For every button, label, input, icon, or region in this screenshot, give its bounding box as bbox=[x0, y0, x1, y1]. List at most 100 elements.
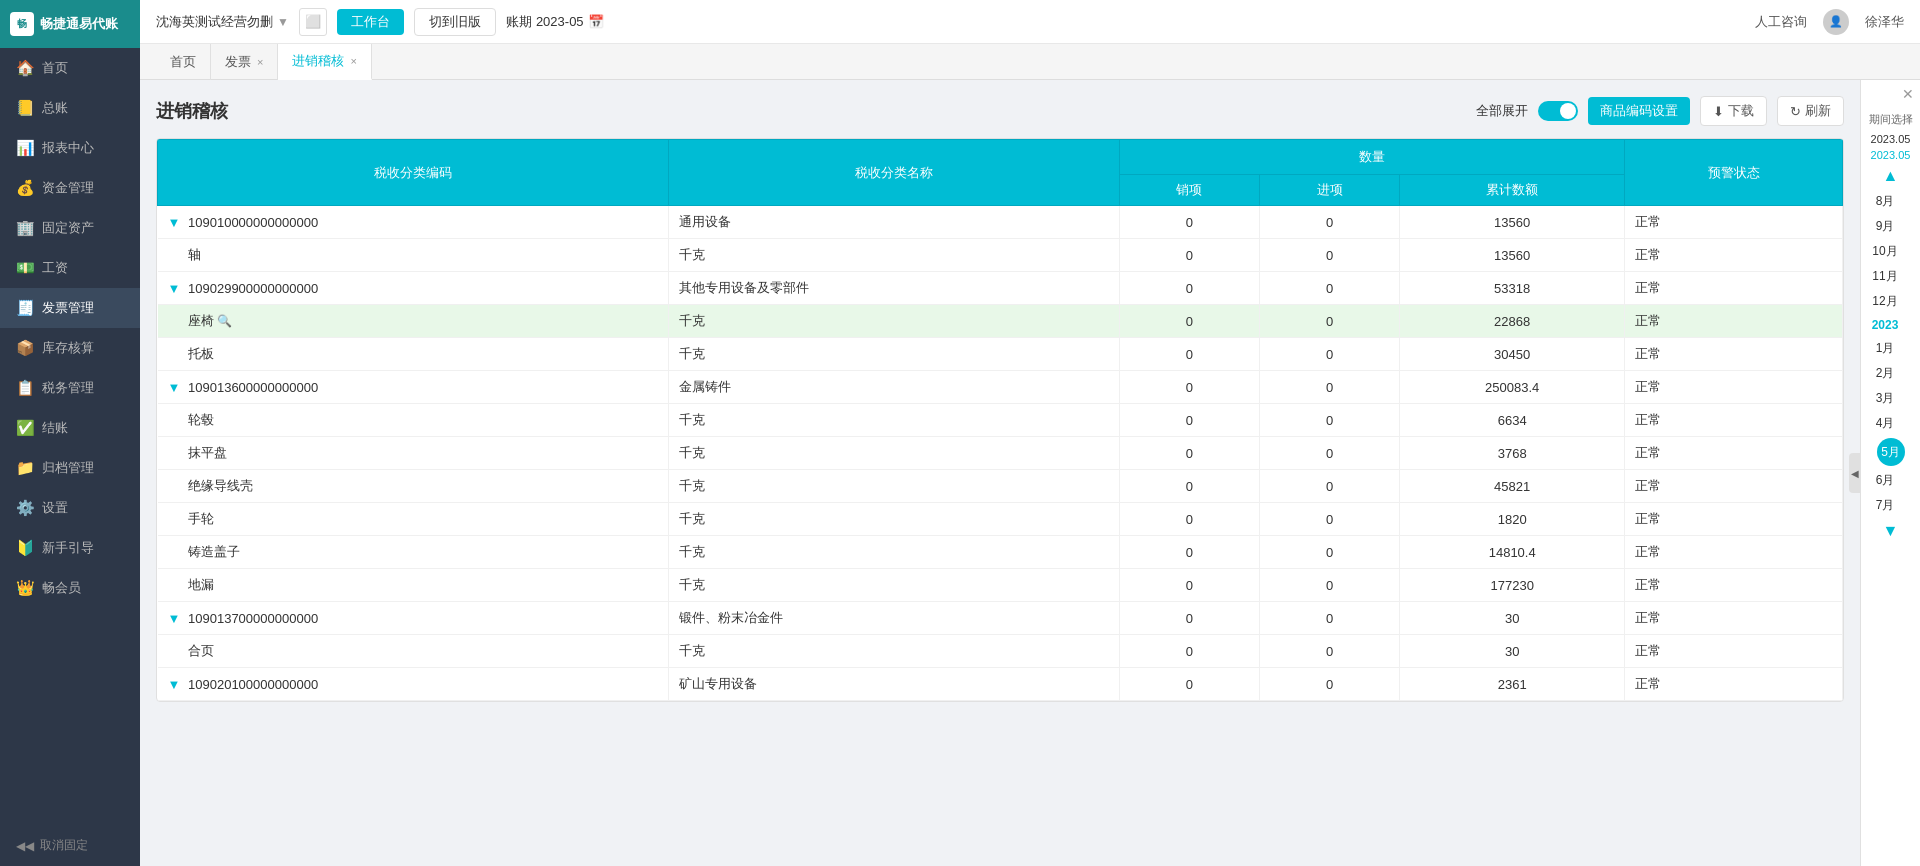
period-month-1[interactable]: 1月 bbox=[1861, 336, 1909, 361]
download-button[interactable]: ⬇ 下载 bbox=[1700, 96, 1767, 126]
expand-icon[interactable]: ▼ bbox=[168, 611, 181, 626]
period-month-10[interactable]: 10月 bbox=[1861, 239, 1909, 264]
group-sales: 0 bbox=[1119, 206, 1259, 239]
assets-icon: 🏢 bbox=[16, 219, 34, 237]
app-logo: 畅 畅捷通易代账 bbox=[0, 0, 140, 48]
table-row: ▼ 109020100000000000 bbox=[158, 668, 669, 701]
col-purchase-header: 进项 bbox=[1260, 175, 1400, 206]
sidebar-label-archive: 归档管理 bbox=[42, 459, 94, 477]
table-row: ▼ 109010000000000000 bbox=[158, 206, 669, 239]
expand-icon[interactable]: ▼ bbox=[168, 215, 181, 230]
period-down-button[interactable]: ▼ bbox=[1861, 518, 1920, 544]
tab-invoice-label: 发票 bbox=[225, 53, 251, 71]
period-year-label: 2023 bbox=[1861, 314, 1909, 336]
user-avatar: 👤 bbox=[1823, 9, 1849, 35]
sidebar-label-finance: 资金管理 bbox=[42, 179, 94, 197]
sidebar-item-home[interactable]: 🏠 首页 bbox=[0, 48, 140, 88]
sidebar-item-salary[interactable]: 💵 工资 bbox=[0, 248, 140, 288]
refresh-button[interactable]: ↻ 刷新 bbox=[1777, 96, 1844, 126]
period-month-4[interactable]: 4月 bbox=[1861, 411, 1909, 436]
group-sales: 0 bbox=[1119, 668, 1259, 701]
expand-icon[interactable]: ▼ bbox=[168, 380, 181, 395]
table-row: 地漏 bbox=[158, 569, 669, 602]
refresh-label: 刷新 bbox=[1805, 102, 1831, 120]
sidebar-footer-pin[interactable]: ◀◀ 取消固定 bbox=[0, 825, 140, 866]
period-up-button[interactable]: ▲ bbox=[1861, 163, 1920, 189]
panel-toggle-button[interactable]: ◀ bbox=[1849, 453, 1861, 493]
invoice-icon: 🧾 bbox=[16, 299, 34, 317]
sidebar-footer-label: 取消固定 bbox=[40, 837, 88, 854]
child-status: 正常 bbox=[1625, 470, 1843, 503]
expand-toggle[interactable] bbox=[1538, 101, 1578, 121]
sidebar-label-ledger: 总账 bbox=[42, 99, 68, 117]
switch-version-button[interactable]: 切到旧版 bbox=[414, 8, 496, 36]
workbench-button[interactable]: 工作台 bbox=[337, 9, 404, 35]
child-unit: 千克 bbox=[668, 569, 1119, 602]
child-unit: 千克 bbox=[668, 437, 1119, 470]
sidebar-item-reports[interactable]: 📊 报表中心 bbox=[0, 128, 140, 168]
tab-invoice-close[interactable]: × bbox=[257, 56, 263, 68]
sidebar: 畅 畅捷通易代账 🏠 首页 📒 总账 📊 报表中心 💰 资金管理 🏢 固定资产 … bbox=[0, 0, 140, 866]
period-month-5[interactable]: 5月 bbox=[1877, 438, 1905, 466]
member-icon: 👑 bbox=[16, 579, 34, 597]
child-purchase: 0 bbox=[1260, 404, 1400, 437]
child-total: 3768 bbox=[1400, 437, 1625, 470]
child-sales: 0 bbox=[1119, 239, 1259, 272]
expand-icon[interactable]: ▼ bbox=[168, 281, 181, 296]
group-code: 109010000000000000 bbox=[188, 215, 318, 230]
sidebar-item-guide[interactable]: 🔰 新手引导 bbox=[0, 528, 140, 568]
company-selector[interactable]: 沈海英测试经营勿删 ▼ bbox=[156, 13, 289, 31]
sidebar-label-inventory: 库存核算 bbox=[42, 339, 94, 357]
group-total: 2361 bbox=[1400, 668, 1625, 701]
period-month-9[interactable]: 9月 bbox=[1861, 214, 1909, 239]
period-month-6[interactable]: 6月 bbox=[1861, 468, 1909, 493]
panel-close-button[interactable]: ✕ bbox=[1902, 86, 1914, 102]
sidebar-item-member[interactable]: 👑 畅会员 bbox=[0, 568, 140, 608]
sidebar-item-tax[interactable]: 📋 税务管理 bbox=[0, 368, 140, 408]
child-purchase: 0 bbox=[1260, 569, 1400, 602]
sidebar-item-inventory[interactable]: 📦 库存核算 bbox=[0, 328, 140, 368]
toggle-label: 全部展开 bbox=[1476, 102, 1528, 120]
tab-reconcile-close[interactable]: × bbox=[350, 55, 356, 67]
group-total: 30 bbox=[1400, 602, 1625, 635]
sidebar-label-settings: 设置 bbox=[42, 499, 68, 517]
sidebar-label-assets: 固定资产 bbox=[42, 219, 94, 237]
sidebar-item-ledger[interactable]: 📒 总账 bbox=[0, 88, 140, 128]
calendar-icon[interactable]: 📅 bbox=[588, 14, 604, 29]
child-unit: 千克 bbox=[668, 338, 1119, 371]
tab-invoice[interactable]: 发票 × bbox=[211, 44, 278, 80]
child-total: 177230 bbox=[1400, 569, 1625, 602]
period-month-11[interactable]: 11月 bbox=[1861, 264, 1909, 289]
sidebar-item-settings[interactable]: ⚙️ 设置 bbox=[0, 488, 140, 528]
refresh-icon: ↻ bbox=[1790, 104, 1801, 119]
sidebar-item-invoice[interactable]: 🧾 发票管理 bbox=[0, 288, 140, 328]
child-sales: 0 bbox=[1119, 305, 1259, 338]
right-panel: ◀ ✕ 期间选择 2023.05 2023.05 ▲ 8月 9月 10月 11月… bbox=[1860, 80, 1920, 866]
table-row: ▼ 109013600000000000 bbox=[158, 371, 669, 404]
product-code-button[interactable]: 商品编码设置 bbox=[1588, 97, 1690, 125]
table-row: 轴 bbox=[158, 239, 669, 272]
period-month-12[interactable]: 12月 bbox=[1861, 289, 1909, 314]
topbar-right: 人工咨询 👤 徐泽华 bbox=[1755, 9, 1904, 35]
child-sales: 0 bbox=[1119, 635, 1259, 668]
period-month-7[interactable]: 7月 bbox=[1861, 493, 1909, 518]
search-icon[interactable]: 🔍 bbox=[217, 314, 232, 328]
save-button[interactable]: ⬜ bbox=[299, 8, 327, 36]
table-row: 轮毂 bbox=[158, 404, 669, 437]
sidebar-item-archive[interactable]: 📁 归档管理 bbox=[0, 448, 140, 488]
support-label[interactable]: 人工咨询 bbox=[1755, 13, 1807, 31]
tab-reconcile[interactable]: 进销稽核 × bbox=[278, 44, 371, 80]
period-month-8[interactable]: 8月 bbox=[1861, 189, 1909, 214]
child-status: 正常 bbox=[1625, 569, 1843, 602]
expand-icon[interactable]: ▼ bbox=[168, 677, 181, 692]
page-header: 进销稽核 全部展开 商品编码设置 ⬇ 下载 ↻ 刷新 bbox=[156, 96, 1844, 126]
tab-home[interactable]: 首页 bbox=[156, 44, 211, 80]
sidebar-item-finance[interactable]: 💰 资金管理 bbox=[0, 168, 140, 208]
sidebar-item-close[interactable]: ✅ 结账 bbox=[0, 408, 140, 448]
period-month-3[interactable]: 3月 bbox=[1861, 386, 1909, 411]
group-code: 109020100000000000 bbox=[188, 677, 318, 692]
close-books-icon: ✅ bbox=[16, 419, 34, 437]
col-total-header: 累计数额 bbox=[1400, 175, 1625, 206]
period-month-2[interactable]: 2月 bbox=[1861, 361, 1909, 386]
sidebar-item-assets[interactable]: 🏢 固定资产 bbox=[0, 208, 140, 248]
